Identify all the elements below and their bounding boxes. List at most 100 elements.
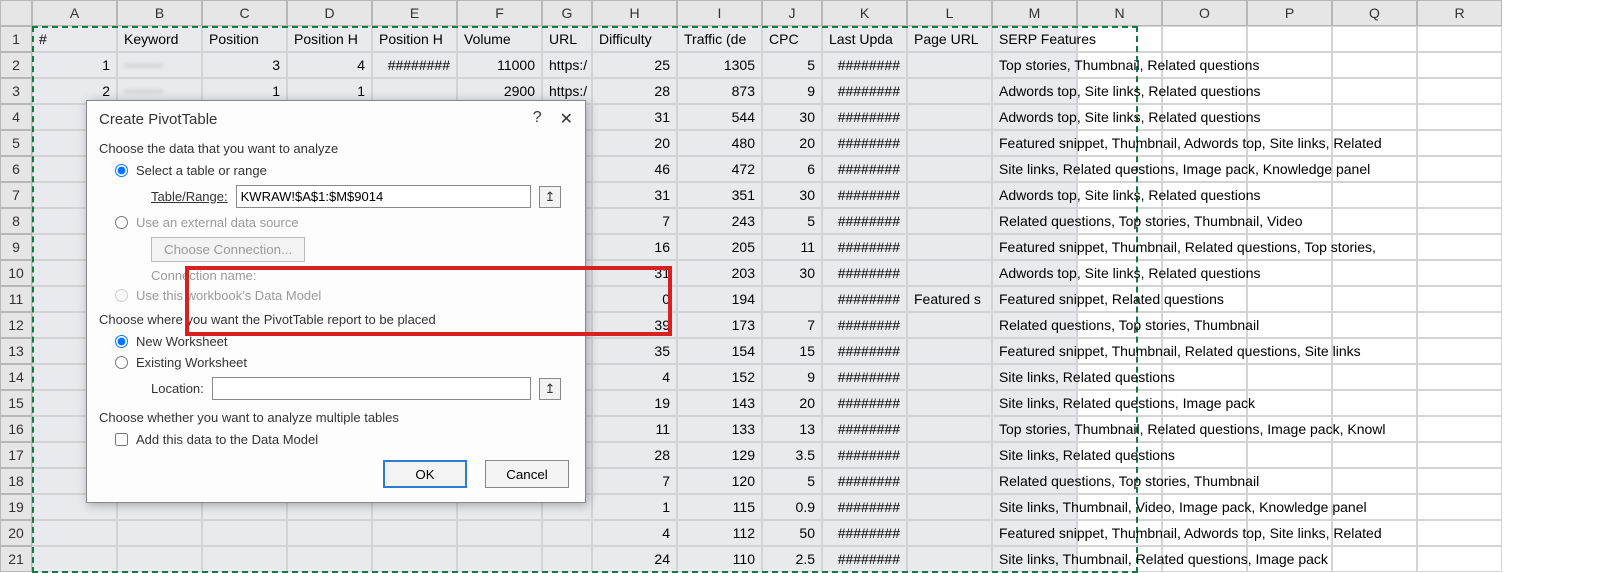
- cell[interactable]: [1332, 78, 1417, 104]
- cell[interactable]: 5: [762, 468, 822, 494]
- cell[interactable]: [907, 390, 992, 416]
- cell[interactable]: [1332, 182, 1417, 208]
- column-header[interactable]: B: [117, 0, 202, 26]
- cell[interactable]: Keyword: [117, 26, 202, 52]
- cell[interactable]: 5: [762, 208, 822, 234]
- row-header[interactable]: 2: [0, 52, 32, 78]
- cell[interactable]: ########: [822, 416, 907, 442]
- cell[interactable]: Featured snippet, Thumbnail, Adwords top…: [992, 130, 1077, 156]
- cell[interactable]: [907, 52, 992, 78]
- cell[interactable]: 7: [592, 208, 677, 234]
- cell[interactable]: 205: [677, 234, 762, 260]
- cell[interactable]: [907, 260, 992, 286]
- cell[interactable]: ########: [822, 442, 907, 468]
- cell[interactable]: [907, 234, 992, 260]
- cell[interactable]: [287, 546, 372, 572]
- cell[interactable]: [542, 546, 592, 572]
- cell[interactable]: [907, 312, 992, 338]
- cell[interactable]: ########: [822, 104, 907, 130]
- cell[interactable]: [117, 520, 202, 546]
- cell[interactable]: 46: [592, 156, 677, 182]
- cell[interactable]: ########: [822, 130, 907, 156]
- cell[interactable]: 203: [677, 260, 762, 286]
- row-header[interactable]: 9: [0, 234, 32, 260]
- cell[interactable]: ########: [822, 156, 907, 182]
- cell[interactable]: 129: [677, 442, 762, 468]
- cell[interactable]: 9: [762, 364, 822, 390]
- row-header[interactable]: 20: [0, 520, 32, 546]
- cell[interactable]: Adwords top, Site links, Related questio…: [992, 104, 1077, 130]
- cell[interactable]: [762, 286, 822, 312]
- close-icon[interactable]: ✕: [560, 109, 573, 129]
- cell[interactable]: 120: [677, 468, 762, 494]
- cell[interactable]: 7: [762, 312, 822, 338]
- help-icon[interactable]: ?: [533, 109, 542, 129]
- cell[interactable]: [1332, 312, 1417, 338]
- cell[interactable]: [1247, 364, 1332, 390]
- cell[interactable]: Traffic (de: [677, 26, 762, 52]
- cell[interactable]: [1417, 156, 1502, 182]
- cell[interactable]: 243: [677, 208, 762, 234]
- cell[interactable]: [1417, 390, 1502, 416]
- cell[interactable]: 873: [677, 78, 762, 104]
- cell[interactable]: 133: [677, 416, 762, 442]
- cell[interactable]: [1332, 364, 1417, 390]
- cell[interactable]: SERP Features: [992, 26, 1077, 52]
- column-header[interactable]: R: [1417, 0, 1502, 26]
- cell[interactable]: Featured s: [907, 286, 992, 312]
- cell[interactable]: [907, 546, 992, 572]
- row-header[interactable]: 5: [0, 130, 32, 156]
- ok-button[interactable]: OK: [383, 460, 467, 488]
- cell[interactable]: 110: [677, 546, 762, 572]
- row-header[interactable]: 15: [0, 390, 32, 416]
- cell[interactable]: [372, 546, 457, 572]
- cell[interactable]: [1417, 312, 1502, 338]
- cell[interactable]: [1417, 494, 1502, 520]
- cell[interactable]: [1332, 442, 1417, 468]
- cell[interactable]: [1247, 468, 1332, 494]
- cell[interactable]: 4: [592, 364, 677, 390]
- cell[interactable]: [1247, 26, 1332, 52]
- cell[interactable]: ########: [822, 52, 907, 78]
- cell[interactable]: 6: [762, 156, 822, 182]
- cell[interactable]: 194: [677, 286, 762, 312]
- cell[interactable]: ########: [822, 78, 907, 104]
- column-header[interactable]: D: [287, 0, 372, 26]
- cell[interactable]: [907, 130, 992, 156]
- cell[interactable]: Adwords top, Site links, Related questio…: [992, 78, 1077, 104]
- column-header[interactable]: E: [372, 0, 457, 26]
- cell[interactable]: 11: [592, 416, 677, 442]
- cell[interactable]: Last Upda: [822, 26, 907, 52]
- row-header[interactable]: 16: [0, 416, 32, 442]
- cell[interactable]: [1332, 286, 1417, 312]
- location-input[interactable]: [212, 377, 531, 400]
- cell[interactable]: [1332, 104, 1417, 130]
- column-header[interactable]: J: [762, 0, 822, 26]
- cell[interactable]: 472: [677, 156, 762, 182]
- cell[interactable]: 28: [592, 442, 677, 468]
- cell[interactable]: [1417, 286, 1502, 312]
- cell[interactable]: Difficulty: [592, 26, 677, 52]
- cell[interactable]: [1247, 442, 1332, 468]
- cell[interactable]: 19: [592, 390, 677, 416]
- cell[interactable]: 20: [762, 130, 822, 156]
- cell[interactable]: [1332, 208, 1417, 234]
- cell[interactable]: [1417, 130, 1502, 156]
- cell[interactable]: [1247, 390, 1332, 416]
- cell[interactable]: [1417, 364, 1502, 390]
- column-header[interactable]: K: [822, 0, 907, 26]
- location-picker-icon[interactable]: ↥: [539, 378, 561, 400]
- cell[interactable]: [1332, 26, 1417, 52]
- cell[interactable]: [202, 546, 287, 572]
- column-header[interactable]: L: [907, 0, 992, 26]
- cell[interactable]: [1417, 26, 1502, 52]
- cell[interactable]: 4: [287, 52, 372, 78]
- cell[interactable]: Related questions, Top stories, Thumbnai…: [992, 208, 1077, 234]
- row-header[interactable]: 1: [0, 26, 32, 52]
- cell[interactable]: 480: [677, 130, 762, 156]
- cell[interactable]: 9: [762, 78, 822, 104]
- column-header[interactable]: G: [542, 0, 592, 26]
- cell[interactable]: Site links, Thumbnail, Related questions…: [992, 546, 1077, 572]
- column-header[interactable]: Q: [1332, 0, 1417, 26]
- cell[interactable]: 544: [677, 104, 762, 130]
